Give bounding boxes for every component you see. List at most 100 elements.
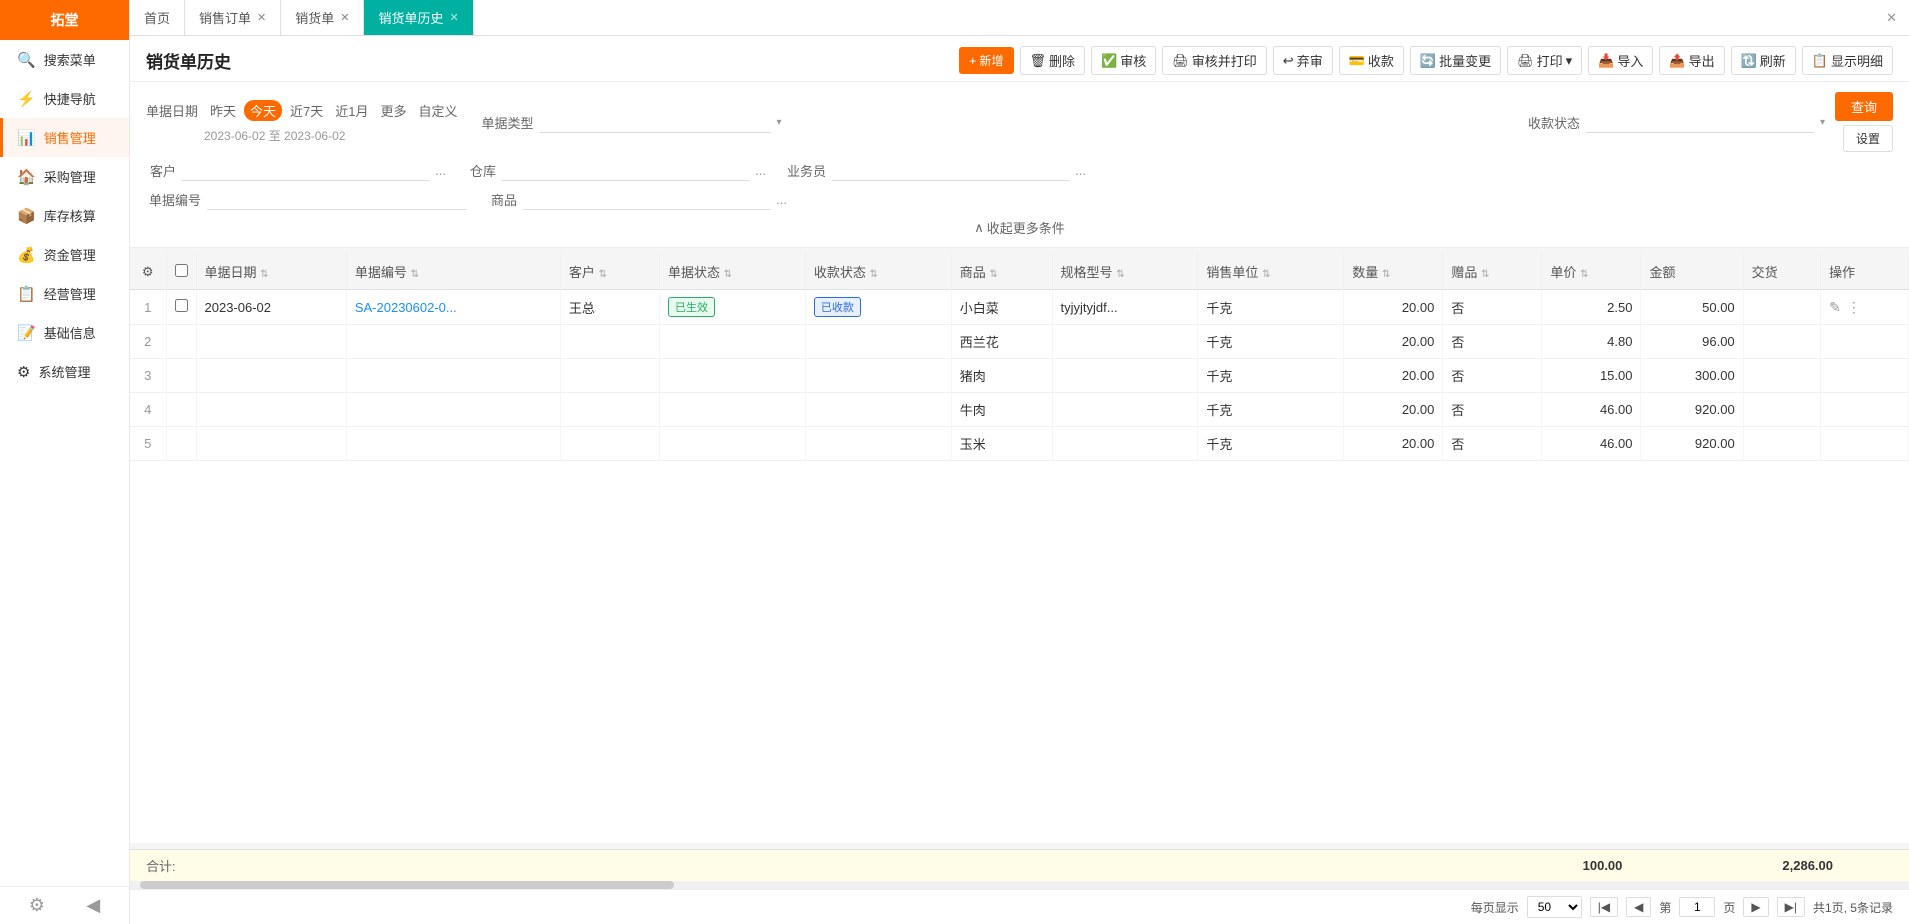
date-btn-today[interactable]: 今天 [244,100,282,121]
sidebar-item-label: 基础信息 [44,323,96,342]
col-date-sort[interactable]: ⇅ [260,269,268,280]
set-button[interactable]: 设置 [1843,125,1893,152]
cell-checkbox[interactable] [166,290,196,325]
customer-input[interactable] [182,160,429,181]
col-transaction: 交货 [1743,254,1820,290]
new-button[interactable]: + 新增 [959,47,1013,74]
sidebar-item-system[interactable]: ⚙ 系统管理 [0,352,129,391]
col-docstatus-label: 单据状态 [668,265,720,280]
cell-checkbox[interactable] [166,359,196,393]
sidebar-item-basics[interactable]: 📝 基础信息 [0,313,129,352]
export-button[interactable]: 📤 导出 [1659,46,1724,75]
show-detail-button[interactable]: 📋 显示明细 [1802,46,1893,75]
cell-docstatus [659,427,805,461]
cell-gift: 否 [1443,393,1542,427]
sidebar-item-operation[interactable]: 📋 经营管理 [0,274,129,313]
delete-button[interactable]: 🗑 删除 [1020,46,1086,75]
doc-type-dropdown-icon[interactable]: ▾ [777,117,782,128]
staff-input[interactable] [832,160,1069,181]
warehouse-dots[interactable]: ... [755,163,766,178]
tab-sales-order[interactable]: 销售订单 ✕ [185,0,281,35]
abandon-button[interactable]: ↩ 弃审 [1273,46,1333,75]
horizontal-scrollbar[interactable] [130,881,1909,889]
col-spectype-sort[interactable]: ⇅ [1116,269,1124,280]
search-icon: 🔍 [17,51,36,69]
date-btn-custom[interactable]: 自定义 [415,100,462,121]
footer-label: 合计: [146,856,186,875]
tab-sales-history[interactable]: 销货单历史 ✕ [364,0,473,35]
warehouse-input[interactable] [502,160,749,181]
customer-dots[interactable]: ... [435,163,446,178]
doc-type-input[interactable] [540,112,771,133]
tab-close-all[interactable]: ✕ [1874,10,1909,26]
docnum-link[interactable]: SA-20230602-0... [355,300,457,315]
cell-date [196,427,346,461]
query-button[interactable]: 查询 [1835,92,1893,121]
col-unitprice-sort[interactable]: ⇅ [1580,269,1588,280]
cell-qty: 20.00 [1344,359,1443,393]
audit-print-button[interactable]: 🖨 审核并打印 [1162,46,1267,75]
doc-num-input[interactable] [207,189,467,210]
sidebar-item-sales[interactable]: 📊 销售管理 [0,118,129,157]
import-button[interactable]: 📥 导入 [1588,46,1653,75]
tab-sales-goods[interactable]: 销货单 ✕ [281,0,364,35]
tab-home[interactable]: 首页 [130,0,185,35]
sidebar-item-finance[interactable]: 💰 资金管理 [0,235,129,274]
purchase-icon: 🏠 [17,168,36,186]
scrollbar-thumb[interactable] [140,881,674,889]
prev-page-button[interactable]: ◀ [1626,897,1651,917]
sidebar-item-quicknav[interactable]: ⚡ 快捷导航 [0,79,129,118]
last-page-button[interactable]: ▶| [1777,897,1805,917]
sidebar-bottom-arrow[interactable]: ◀ [86,895,100,916]
goods-dots[interactable]: ... [776,192,787,207]
sidebar-item-label: 快捷导航 [44,89,96,108]
first-page-button[interactable]: |◀ [1590,897,1618,917]
batch-change-button[interactable]: 🔄 批量变更 [1410,46,1501,75]
audit-button[interactable]: ✅ 审核 [1091,46,1156,75]
cell-checkbox[interactable] [166,427,196,461]
collect-status-input[interactable] [1586,112,1814,133]
collapse-button[interactable]: ∧ 收起更多条件 [974,218,1065,237]
select-all-checkbox[interactable] [175,264,188,277]
col-collectstatus-sort[interactable]: ⇅ [869,269,877,280]
sidebar-item-inventory[interactable]: 📦 库存核算 [0,196,129,235]
page-input[interactable] [1679,897,1715,917]
cell-checkbox[interactable] [166,325,196,359]
row-checkbox[interactable] [175,299,188,312]
sidebar-item-purchase[interactable]: 🏠 采购管理 [0,157,129,196]
cell-checkbox[interactable] [166,393,196,427]
date-btn-7days[interactable]: 近7天 [286,100,327,121]
finance-icon: 💰 [17,246,36,264]
col-docnum-sort[interactable]: ⇅ [410,269,418,280]
goods-input[interactable] [523,189,770,210]
next-page-button[interactable]: ▶ [1743,897,1768,917]
col-customer-sort[interactable]: ⇅ [599,269,607,280]
collect-status-dropdown-icon[interactable]: ▾ [1820,117,1825,128]
close-sales-history-icon[interactable]: ✕ [450,11,459,24]
col-checkbox[interactable] [166,254,196,290]
more-icon[interactable]: ⋮ [1847,299,1861,316]
date-btn-1month[interactable]: 近1月 [331,100,372,121]
col-settings[interactable]: ⚙ [130,254,166,290]
sidebar-item-search[interactable]: 🔍 搜索菜单 [0,40,129,79]
collect-button[interactable]: 💳 收款 [1339,46,1404,75]
close-sales-order-icon[interactable]: ✕ [257,11,266,24]
delete-icon: 🗑 [1030,53,1047,69]
date-quick-btns: 昨天 今天 近7天 近1月 更多 自定义 [206,100,462,121]
col-gift-sort[interactable]: ⇅ [1481,269,1489,280]
staff-dots[interactable]: ... [1075,163,1086,178]
date-btn-more[interactable]: 更多 [377,100,411,121]
col-docstatus-sort[interactable]: ⇅ [724,269,732,280]
sidebar-bottom-gear[interactable]: ⚙ [29,895,45,916]
per-page-select[interactable]: 50 100 200 [1527,896,1582,918]
edit-icon[interactable]: ✎ [1829,299,1841,316]
date-btn-yesterday[interactable]: 昨天 [206,100,240,121]
refresh-button[interactable]: 🔃 刷新 [1731,46,1796,75]
col-qty-sort[interactable]: ⇅ [1382,269,1390,280]
col-goods-sort[interactable]: ⇅ [989,269,997,280]
filter-row-3: 单据编号 商品 ... [146,189,1893,210]
close-sales-goods-icon[interactable]: ✕ [340,11,349,24]
col-saleunit-sort[interactable]: ⇅ [1262,269,1270,280]
table-footer: 合计: 100.00 2,286.00 [130,849,1909,881]
print-button[interactable]: 🖨 打印 ▾ [1507,46,1582,75]
